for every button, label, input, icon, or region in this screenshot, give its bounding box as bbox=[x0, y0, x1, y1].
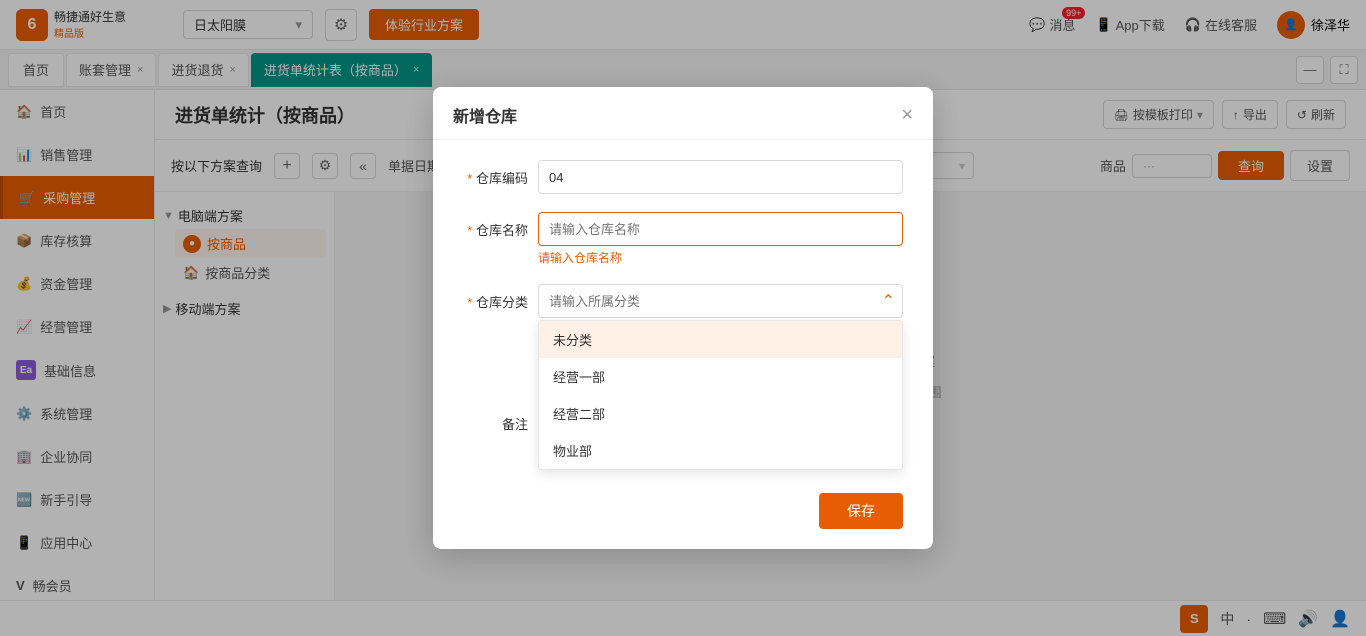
dialog-close-btn[interactable]: × bbox=[901, 105, 913, 125]
category-form-row: * 仓库分类 ⌃ 未分类 经营一部 经营二部 物业部 bbox=[463, 284, 903, 318]
name-error-msg: 请输入仓库名称 bbox=[538, 249, 903, 266]
name-input-wrapper: 请输入仓库名称 bbox=[538, 212, 903, 266]
modal-overlay[interactable]: 新增仓库 × * 仓库编码 * 仓库名称 bbox=[0, 0, 1366, 636]
dialog-header: 新增仓库 × bbox=[433, 87, 933, 140]
code-form-row: * 仓库编码 bbox=[463, 160, 903, 194]
category-label: * 仓库分类 bbox=[463, 284, 538, 311]
add-warehouse-dialog: 新增仓库 × * 仓库编码 * 仓库名称 bbox=[433, 87, 933, 549]
dropdown-item-ops2[interactable]: 经营二部 bbox=[539, 395, 902, 432]
category-dropdown: 未分类 经营一部 经营二部 物业部 bbox=[538, 320, 903, 470]
name-label: * 仓库名称 bbox=[463, 212, 538, 239]
category-toggle-arrow[interactable]: ⌃ bbox=[882, 291, 895, 311]
category-select-input[interactable] bbox=[538, 284, 903, 318]
warehouse-code-input[interactable] bbox=[538, 160, 903, 194]
dialog-title: 新增仓库 bbox=[453, 103, 517, 127]
save-btn[interactable]: 保存 bbox=[819, 493, 903, 529]
dropdown-item-uncategorized[interactable]: 未分类 bbox=[539, 321, 902, 358]
category-select-wrapper: ⌃ 未分类 经营一部 经营二部 物业部 bbox=[538, 284, 903, 318]
name-form-row: * 仓库名称 请输入仓库名称 bbox=[463, 212, 903, 266]
code-input-wrapper bbox=[538, 160, 903, 194]
warehouse-name-input[interactable] bbox=[538, 212, 903, 246]
dialog-body: * 仓库编码 * 仓库名称 请输入仓库名称 bbox=[433, 140, 933, 493]
dialog-footer: 保存 bbox=[433, 493, 933, 549]
dropdown-item-property[interactable]: 物业部 bbox=[539, 432, 902, 469]
note-label: 备注 bbox=[463, 408, 538, 433]
dropdown-item-ops1[interactable]: 经营一部 bbox=[539, 358, 902, 395]
code-label: * 仓库编码 bbox=[463, 168, 538, 187]
